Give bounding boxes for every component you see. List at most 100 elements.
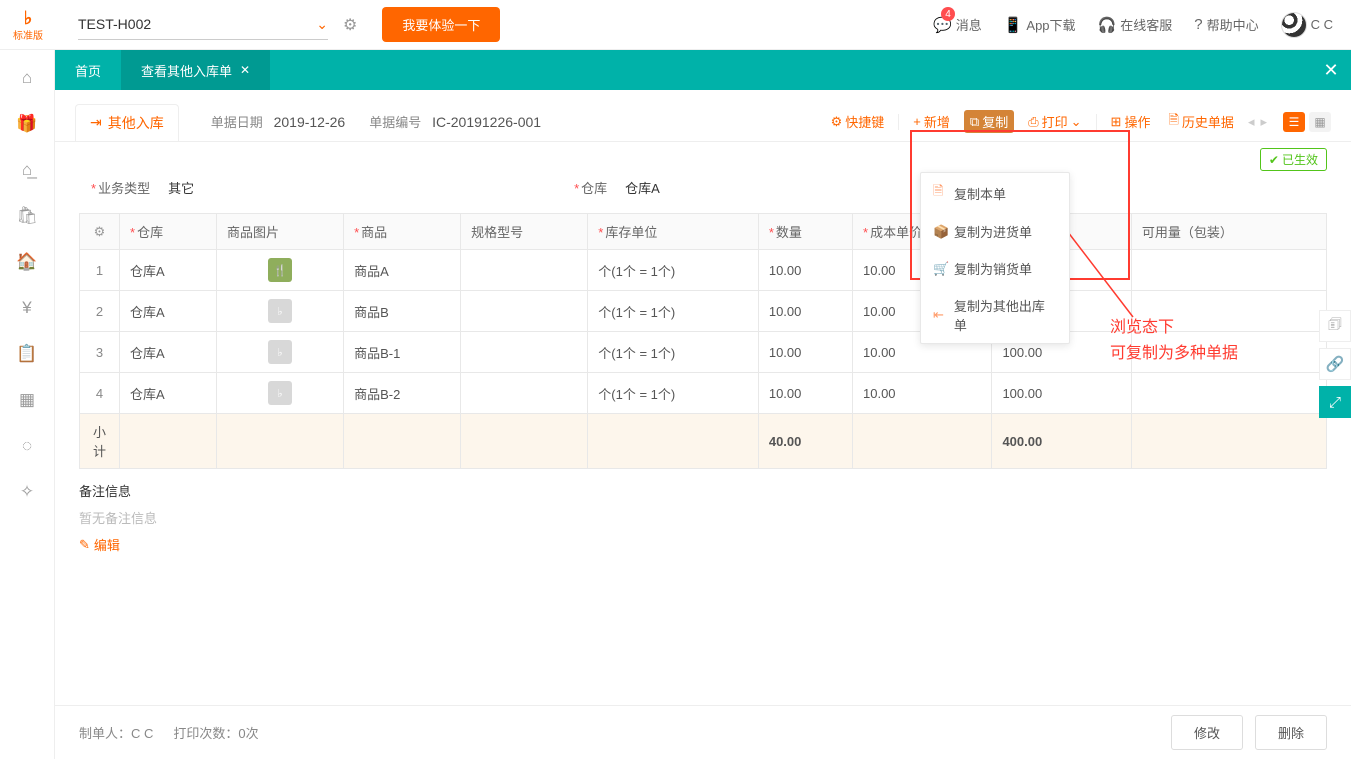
row-qty: 10.00	[758, 332, 852, 373]
help-center-link[interactable]: ? 帮助中心	[1194, 15, 1258, 34]
product-thumb-icon: 🍴	[268, 258, 292, 282]
new-nav-icon[interactable]: ✧	[17, 482, 37, 502]
online-service-link[interactable]: 🎧 在线客服	[1098, 15, 1173, 34]
remarks-empty: 暂无备注信息	[79, 508, 1327, 527]
row-available	[1131, 373, 1326, 414]
rail-expand-icon[interactable]: ⤢	[1319, 386, 1351, 418]
shortcut-label: 快捷键	[845, 112, 884, 131]
row-available	[1131, 250, 1326, 291]
table-row[interactable]: 1仓库A🍴商品A个(1个 = 1个)10.0010.00100.00	[80, 250, 1327, 291]
logo-icon: ♭	[24, 8, 33, 29]
add-action[interactable]: +新增	[909, 109, 954, 134]
warehouse-nav-icon[interactable]: 🏠	[17, 252, 37, 272]
chevron-right-icon[interactable]: ▸	[1260, 114, 1267, 130]
operate-action[interactable]: ⊞操作	[1107, 109, 1155, 134]
table-settings-header[interactable]: ⚙	[80, 214, 120, 250]
print-icon: ⎙	[1028, 114, 1038, 130]
tab-home[interactable]: 首页	[55, 50, 121, 90]
chevron-down-icon: ⌄	[316, 16, 328, 33]
user-name: C C	[1311, 17, 1333, 32]
try-experience-button[interactable]: 我要体验一下	[382, 7, 500, 42]
copy-dropdown: 🗎复制本单 📦复制为进货单 🛒复制为销货单 ⇤复制为其他出库单	[920, 172, 1070, 344]
remarks-edit[interactable]: ✎编辑	[79, 535, 1327, 554]
copy-this-item[interactable]: 🗎复制本单	[921, 173, 1069, 213]
status-badge: ✔已生效	[1260, 148, 1327, 171]
row-product: 商品B	[344, 291, 461, 332]
row-spec	[461, 250, 588, 291]
finance-nav-icon[interactable]: ¥	[17, 298, 37, 318]
row-price: 10.00	[853, 373, 992, 414]
print-label: 打印	[1042, 112, 1068, 131]
biz-type-value: 其它	[168, 178, 194, 197]
copy-to-sales-item[interactable]: 🛒复制为销货单	[921, 250, 1069, 287]
th-available: 可用量（包装）	[1131, 214, 1326, 250]
gear-icon[interactable]: ⚙	[343, 15, 357, 35]
view-grid-toggle[interactable]: ▦	[1309, 112, 1331, 132]
row-image: ♭	[216, 373, 343, 414]
report-nav-icon[interactable]: ▦	[17, 390, 37, 410]
row-image: ♭	[216, 332, 343, 373]
clipboard-nav-icon[interactable]: 📋	[17, 344, 37, 364]
shortcut-action[interactable]: ⚙快捷键	[827, 109, 889, 134]
row-spec	[461, 332, 588, 373]
copy-this-label: 复制本单	[954, 184, 1006, 203]
row-qty: 10.00	[758, 291, 852, 332]
modify-button[interactable]: 修改	[1171, 715, 1243, 750]
help-icon: ?	[1194, 16, 1202, 33]
tab-current-label: 查看其他入库单	[141, 61, 232, 80]
th-image: 商品图片	[216, 214, 343, 250]
annotation-text: 浏览态下 可复制为多种单据	[1110, 315, 1238, 366]
table-row[interactable]: 4仓库A♭商品B-2个(1个 = 1个)10.0010.00100.00	[80, 373, 1327, 414]
close-icon[interactable]: ✕	[240, 63, 250, 77]
tab-current[interactable]: 查看其他入库单 ✕	[121, 50, 270, 90]
org-selector[interactable]: TEST-H002 ⌄	[78, 10, 328, 40]
delete-button[interactable]: 删除	[1255, 715, 1327, 750]
app-logo: ♭ 标准版	[8, 8, 48, 42]
rail-link-icon[interactable]: 🔗	[1319, 348, 1351, 380]
copy-action[interactable]: ⧉复制	[964, 110, 1014, 133]
separator	[898, 114, 899, 130]
annotation-line1: 浏览态下	[1110, 315, 1238, 341]
check-icon: ✔	[1269, 153, 1279, 167]
plus-icon: +	[913, 114, 921, 129]
copy-to-other-out-item[interactable]: ⇤复制为其他出库单	[921, 287, 1069, 343]
row-unit: 个(1个 = 1个)	[588, 250, 759, 291]
product-thumb-icon: ♭	[268, 299, 292, 323]
history-action[interactable]: 🗎历史单据	[1164, 108, 1237, 136]
row-product: 商品A	[344, 250, 461, 291]
logo-edition-text: 标准版	[13, 27, 43, 42]
house-nav-icon[interactable]: ⌂̲	[17, 160, 37, 180]
row-warehouse: 仓库A	[120, 332, 217, 373]
view-list-toggle[interactable]: ☰	[1283, 112, 1305, 132]
chevron-left-icon[interactable]: ◂	[1248, 114, 1255, 130]
biz-type-label: *业务类型	[91, 178, 150, 197]
messages-link[interactable]: 💬 消息 4	[933, 15, 982, 34]
subtotal-row: 小计40.00400.00	[80, 414, 1327, 469]
app-download-link[interactable]: 📱 App下载	[1004, 15, 1076, 34]
row-qty: 10.00	[758, 250, 852, 291]
th-qty: *数量	[758, 214, 852, 250]
close-all-tabs[interactable]: ✕	[1311, 50, 1351, 90]
home-nav-icon[interactable]: ⌂	[17, 68, 37, 88]
outbound-icon: ⇤	[933, 307, 947, 323]
refresh-nav-icon[interactable]: ◌	[17, 436, 37, 456]
messages-label: 消息	[956, 15, 982, 34]
pencil-icon: ✎	[79, 537, 90, 553]
rail-note-icon[interactable]: 🗊	[1319, 310, 1351, 342]
user-menu[interactable]: C C	[1281, 12, 1333, 38]
phone-icon: 📱	[1004, 16, 1023, 34]
th-spec: 规格型号	[461, 214, 588, 250]
separator	[1096, 114, 1097, 130]
subtotal-amount: 400.00	[992, 414, 1131, 469]
row-index: 4	[80, 373, 120, 414]
shopping-nav-icon[interactable]: 🛍	[17, 206, 37, 226]
copy-to-purchase-item[interactable]: 📦复制为进货单	[921, 213, 1069, 250]
online-service-label: 在线客服	[1120, 15, 1172, 34]
gift-nav-icon[interactable]: 🎁	[17, 114, 37, 134]
doc-date-value: 2019-12-26	[274, 114, 346, 130]
copy-label: 复制	[982, 112, 1008, 131]
print-action[interactable]: ⎙打印⌄	[1024, 109, 1085, 134]
row-index: 1	[80, 250, 120, 291]
copy-icon: ⧉	[970, 114, 979, 130]
box-icon: 📦	[933, 224, 947, 240]
